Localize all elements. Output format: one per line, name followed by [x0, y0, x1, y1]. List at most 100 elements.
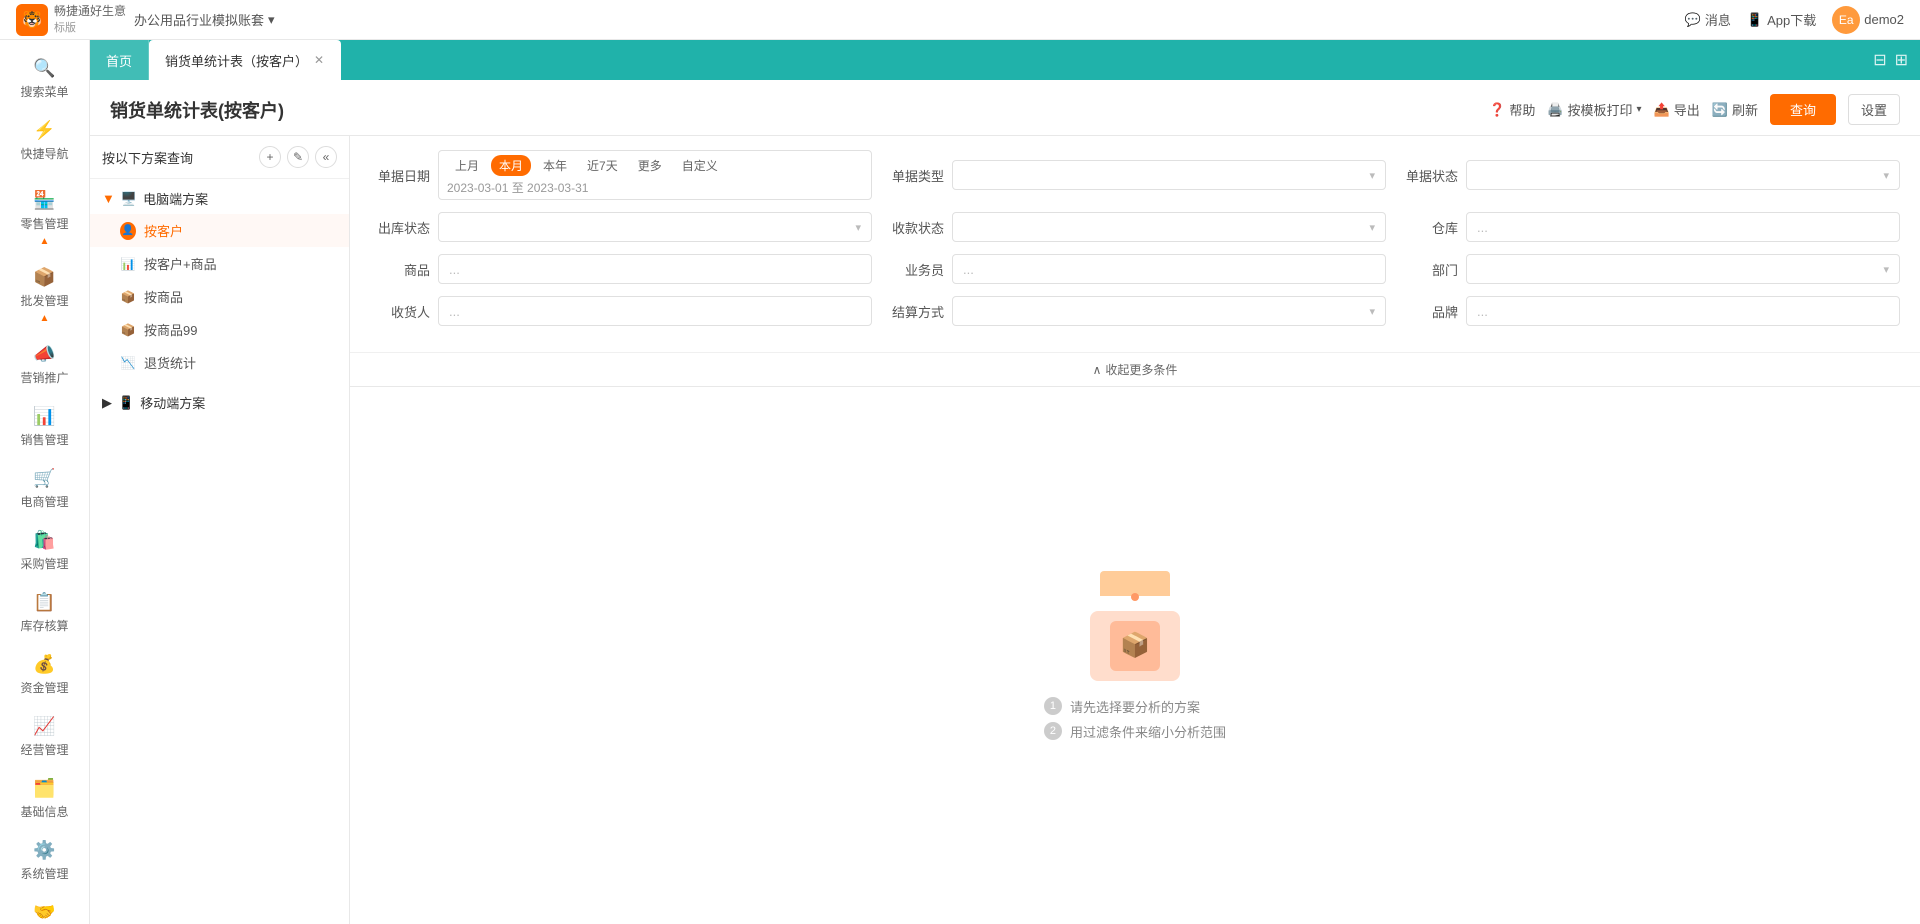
scheme-label-by-customer-goods: 按客户+商品 [144, 254, 217, 273]
logo-text: 畅捷通好生意 [54, 4, 126, 20]
export-button[interactable]: 📤 导出 [1654, 100, 1700, 119]
filter-input-out-status[interactable]: ▾ [438, 212, 872, 242]
print-button[interactable]: 🖨️ 按模板打印 ▾ [1547, 100, 1641, 119]
sidebar-item-cooperation[interactable]: 🤝 企业协同 [0, 892, 89, 924]
filter-item-recipient: 收货人 ... [370, 296, 872, 326]
filter-input-doc-type[interactable]: ▾ [952, 160, 1386, 190]
help-label: 帮助 [1509, 100, 1535, 119]
refresh-button[interactable]: 🔄 刷新 [1712, 100, 1758, 119]
tab-close-icon[interactable]: ✕ [314, 53, 324, 67]
filter-input-recipient[interactable]: ... [438, 296, 872, 326]
filter-input-settlement[interactable]: ▾ [952, 296, 1386, 326]
message-button[interactable]: 💬 消息 [1685, 10, 1731, 29]
tab-expand-icon[interactable]: ⊞ [1895, 50, 1908, 70]
scheme-item-by-customer[interactable]: 👤 按客户 [90, 214, 349, 247]
date-tab-this-year[interactable]: 本年 [535, 154, 575, 177]
filter-item-dept: 部门 ▾ [1398, 254, 1900, 284]
recipient-dots: ... [449, 304, 460, 319]
filter-input-brand[interactable]: ... [1466, 296, 1900, 326]
scheme-group-mobile-header[interactable]: ▶ 📱 移动端方案 [90, 387, 349, 418]
refresh-label: 刷新 [1732, 100, 1758, 119]
marketing-icon: 📣 [33, 344, 55, 365]
sidebar-item-inventory[interactable]: 📋 库存核算 [0, 582, 89, 644]
scheme-group-pc-header[interactable]: ▼ 🖥️ 电脑端方案 [90, 183, 349, 214]
sidebar-item-label-sales: 销售管理 [20, 431, 68, 448]
message-icon: 💬 [1685, 12, 1701, 28]
cooperation-icon: 🤝 [33, 902, 55, 923]
hint-1-num: 1 [1044, 697, 1062, 715]
split-layout: 按以下方案查询 + ✎ « ▼ 🖥️ [90, 136, 1920, 924]
sidebar-item-retail[interactable]: 🏪 零售管理 ▲ [0, 180, 89, 257]
main-layout: 🔍 搜索菜单 ⚡ 快捷导航 🏪 零售管理 ▲ 📦 批发管理 ▲ 📣 营销推广 [0, 40, 1920, 924]
wholesale-icon: 📦 [33, 267, 55, 288]
empty-hint-1: 1 请先选择要分析的方案 [1044, 697, 1226, 716]
sidebar-item-ecommerce[interactable]: 🛒 电商管理 [0, 458, 89, 520]
sidebar-item-purchase[interactable]: 🛍️ 采购管理 [0, 520, 89, 582]
mobile-group-label: 移动端方案 [140, 393, 205, 412]
content-area: 首页 销货单统计表（按客户） ✕ ⊟ ⊞ 销货单统计表(按客户) [90, 40, 1920, 924]
app-title[interactable]: 办公用品行业模拟账套 ▾ [134, 10, 275, 29]
tab-minimize-icon[interactable]: ⊟ [1873, 50, 1886, 70]
sidebar-item-label-inventory: 库存核算 [20, 617, 68, 634]
date-tab-this-month[interactable]: 本月 [491, 155, 531, 176]
sidebar-item-shortcut[interactable]: ⚡ 快捷导航 [0, 110, 89, 172]
sidebar-item-basics[interactable]: 🗂️ 基础信息 [0, 768, 89, 830]
sidebar-item-finance[interactable]: 💰 资金管理 [0, 644, 89, 706]
filter-label-recipient: 收货人 [370, 302, 430, 321]
settings-button[interactable]: 设置 [1848, 94, 1900, 125]
top-bar: 🐯 畅捷通好生意 标版 办公用品行业模拟账套 ▾ 💬 消息 📱 App下载 [0, 0, 1920, 40]
help-button[interactable]: ❓ 帮助 [1489, 100, 1535, 119]
date-tab-custom[interactable]: 自定义 [674, 154, 726, 177]
app-download-icon: 📱 [1747, 12, 1763, 28]
edit-scheme-button[interactable]: ✎ [287, 146, 309, 168]
date-range: 2023-03-01 至 2023-03-31 [447, 179, 588, 196]
scheme-item-by-goods[interactable]: 📦 按商品 [90, 280, 349, 313]
scheme-label-by-customer: 按客户 [144, 221, 183, 240]
filter-input-dept[interactable]: ▾ [1466, 254, 1900, 284]
date-tab-more[interactable]: 更多 [630, 154, 670, 177]
tab-home[interactable]: 首页 [90, 40, 149, 80]
hint-2-text: 用过滤条件来缩小分析范围 [1070, 722, 1226, 741]
add-scheme-button[interactable]: + [259, 146, 281, 168]
sidebar-item-operations[interactable]: 📈 经营管理 [0, 706, 89, 768]
wholesale-arrow: ▲ [40, 313, 50, 324]
out-status-dropdown-icon: ▾ [855, 221, 861, 234]
collapse-label: 收起更多条件 [1105, 361, 1177, 378]
date-tab-7days[interactable]: 近7天 [579, 154, 626, 177]
sidebar-item-search[interactable]: 🔍 搜索菜单 [0, 48, 89, 110]
filter-input-doc-status[interactable]: ▾ [1466, 160, 1900, 190]
date-tab-last-month[interactable]: 上月 [447, 154, 487, 177]
scheme-item-by-goods-99[interactable]: 📦 按商品99 [90, 313, 349, 346]
sidebar-item-label-finance: 资金管理 [20, 679, 68, 696]
retail-arrow: ▲ [40, 236, 50, 247]
collapse-panel-button[interactable]: « [315, 146, 337, 168]
inventory-icon: 📋 [33, 592, 55, 613]
empty-hint-2: 2 用过滤条件来缩小分析范围 [1044, 722, 1226, 741]
sidebar-item-label-basics: 基础信息 [20, 803, 68, 820]
filter-input-salesperson[interactable]: ... [952, 254, 1386, 284]
collapse-button[interactable]: ∧ 收起更多条件 [1093, 361, 1178, 378]
sidebar-item-wholesale[interactable]: 📦 批发管理 ▲ [0, 257, 89, 334]
pc-group-icon: 🖥️ [121, 191, 137, 207]
filter-label-brand: 品牌 [1398, 302, 1458, 321]
tab-bar-actions: ⊟ ⊞ [1873, 50, 1920, 70]
user-menu[interactable]: Ea demo2 [1832, 6, 1904, 34]
tab-sales-report[interactable]: 销货单统计表（按客户） ✕ [149, 40, 341, 80]
filter-item-goods: 商品 ... [370, 254, 872, 284]
user-name: demo2 [1864, 12, 1904, 27]
doc-type-dropdown-icon: ▾ [1369, 169, 1375, 182]
empty-illustration: 📦 [1075, 571, 1195, 681]
top-bar-right: 💬 消息 📱 App下载 Ea demo2 [1685, 6, 1904, 34]
sidebar-item-marketing[interactable]: 📣 营销推广 [0, 334, 89, 396]
app-download-button[interactable]: 📱 App下载 [1747, 10, 1816, 29]
sidebar-item-sales[interactable]: 📊 销售管理 [0, 396, 89, 458]
sidebar-item-system[interactable]: ⚙️ 系统管理 [0, 830, 89, 892]
filter-input-warehouse[interactable]: ... [1466, 212, 1900, 242]
filter-input-goods[interactable]: ... [438, 254, 872, 284]
scheme-item-by-customer-goods[interactable]: 📊 按客户+商品 [90, 247, 349, 280]
filter-input-payment-status[interactable]: ▾ [952, 212, 1386, 242]
filter-input-date[interactable]: 上月 本月 本年 近7天 更多 自定义 2023-03-01 至 2023-03… [438, 150, 872, 200]
query-button[interactable]: 查询 [1770, 94, 1836, 125]
scheme-item-return-stats[interactable]: 📉 退货统计 [90, 346, 349, 379]
mobile-group-arrow: ▶ [102, 395, 112, 411]
